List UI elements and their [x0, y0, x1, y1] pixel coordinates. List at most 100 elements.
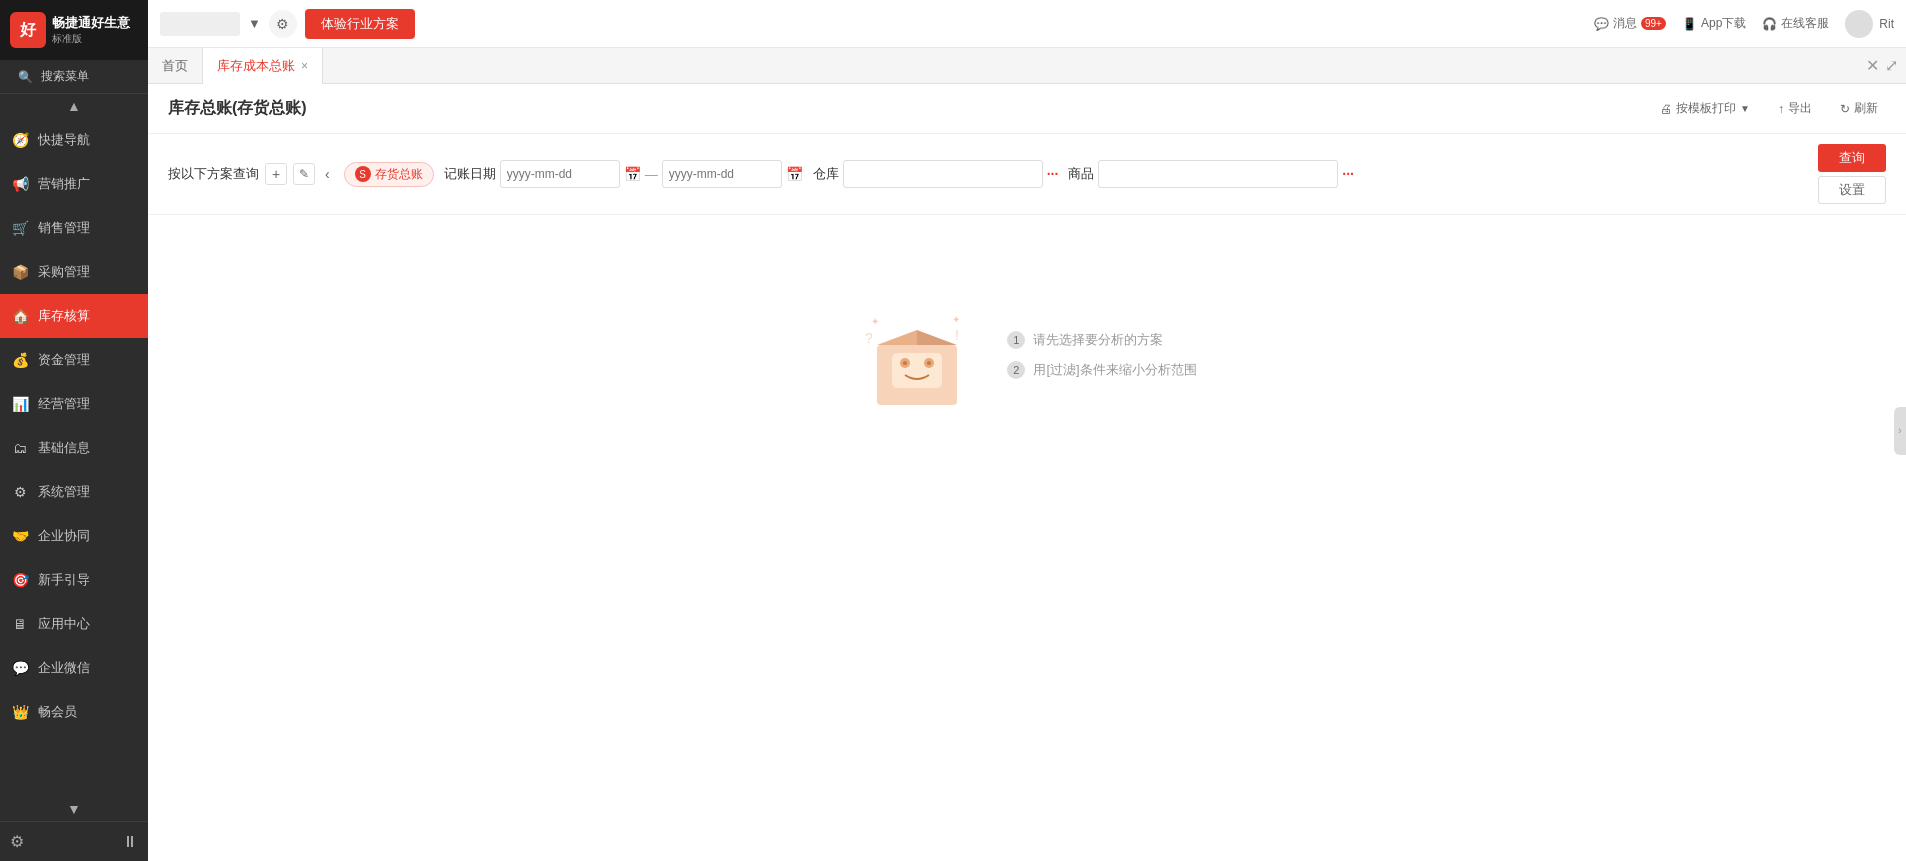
scroll-down-btn[interactable]: ▼: [0, 797, 148, 821]
scroll-up-btn[interactable]: ▲: [0, 94, 148, 118]
warehouse-more-btn[interactable]: ···: [1047, 166, 1059, 182]
basic-icon: 🗂: [10, 438, 30, 458]
search-menu[interactable]: 🔍 搜索菜单: [0, 60, 148, 94]
sales-icon: 🛒: [10, 218, 30, 238]
business-icon: 📊: [10, 394, 30, 414]
sidebar-item-business[interactable]: 📊 经营管理: [0, 382, 148, 426]
system-icon: ⚙: [10, 482, 30, 502]
hint-item-2: 2 用[过滤]条件来缩小分析范围: [1007, 361, 1196, 379]
sidebar-item-system[interactable]: ⚙ 系统管理: [0, 470, 148, 514]
top-bar-right: 💬 消息 99+ 📱 App下载 🎧 在线客服 Rit: [1594, 10, 1894, 38]
app-download-btn[interactable]: 📱 App下载: [1682, 15, 1746, 32]
sidebar-item-sales[interactable]: 🛒 销售管理: [0, 206, 148, 250]
scheme-add-btn[interactable]: +: [265, 163, 287, 185]
filter-fields: 记账日期 📅 — 📅 仓库 ··· 商品 ···: [444, 160, 1808, 188]
breadcrumb-dropdown-icon[interactable]: ▼: [248, 16, 261, 31]
tab-close-btn[interactable]: ×: [301, 59, 308, 73]
hint-num-1: 1: [1007, 331, 1025, 349]
calendar-to-icon[interactable]: 📅: [786, 166, 803, 182]
tab-close-all-icon[interactable]: ✕: [1866, 56, 1879, 75]
empty-hints: 1 请先选择要分析的方案 2 用[过滤]条件来缩小分析范围: [1007, 331, 1196, 379]
sidebar-item-vip[interactable]: 👑 畅会员: [0, 690, 148, 734]
quick-nav-icon: 🧭: [10, 130, 30, 150]
warehouse-field-group: 仓库 ···: [813, 160, 1059, 188]
top-bar-left: ▼ ⚙ 体验行业方案: [160, 9, 415, 39]
industry-btn[interactable]: 体验行业方案: [305, 9, 415, 39]
vip-icon: 👑: [10, 702, 30, 722]
settings-bottom-btn[interactable]: ⚙: [10, 832, 24, 851]
scheme-edit-btn[interactable]: ✎: [293, 163, 315, 185]
sidebar: 好 畅捷通好生意 标准版 🔍 搜索菜单 ▲ 🧭 快捷导航 📢 营销推广 🛒 销售…: [0, 0, 148, 861]
app-logo: 好 畅捷通好生意 标准版: [0, 0, 148, 60]
refresh-btn[interactable]: ↻ 刷新: [1832, 96, 1886, 121]
svg-point-6: [927, 361, 931, 365]
sidebar-item-inventory[interactable]: 🏠 库存核算: [0, 294, 148, 338]
product-input[interactable]: [1098, 160, 1338, 188]
logo-icon: 好: [10, 12, 46, 48]
sidebar-bottom: ⚙ ⏸: [0, 821, 148, 861]
warehouse-input[interactable]: [843, 160, 1043, 188]
scheme-collapse-btn[interactable]: ‹: [321, 166, 334, 182]
filter-scheme-bar: 按以下方案查询 + ✎ ‹: [168, 163, 334, 185]
sidebar-item-marketing[interactable]: 📢 营销推广: [0, 162, 148, 206]
svg-point-5: [903, 361, 907, 365]
filter-actions: 查询 设置: [1818, 144, 1886, 204]
sidebar-item-app-center[interactable]: 🖥 应用中心: [0, 602, 148, 646]
sidebar-item-basic[interactable]: 🗂 基础信息: [0, 426, 148, 470]
svg-rect-2: [892, 353, 942, 388]
sidebar-item-wechat[interactable]: 💬 企业微信: [0, 646, 148, 690]
app-center-icon: 🖥: [10, 614, 30, 634]
right-sidebar-toggle[interactable]: ›: [1894, 407, 1906, 455]
messages-badge: 99+: [1641, 17, 1666, 30]
user-area[interactable]: Rit: [1845, 10, 1894, 38]
page-header-actions: 🖨 按模板打印 ▼ ↑ 导出 ↻ 刷新: [1652, 96, 1886, 121]
hint-item-1: 1 请先选择要分析的方案: [1007, 331, 1196, 349]
sidebar-item-newbie[interactable]: 🎯 新手引导: [0, 558, 148, 602]
tab-expand-icon[interactable]: ⤢: [1885, 56, 1898, 75]
print-btn[interactable]: 🖨 按模板打印 ▼: [1652, 96, 1758, 121]
filter-label: 按以下方案查询: [168, 165, 259, 183]
svg-text:!: !: [955, 327, 959, 343]
inventory-icon: 🏠: [10, 306, 30, 326]
filter-settings-btn[interactable]: 设置: [1818, 176, 1886, 204]
empty-illustration: ? ! ✦ ✦: [857, 295, 977, 415]
marketing-icon: 📢: [10, 174, 30, 194]
wechat-icon: 💬: [10, 658, 30, 678]
scheme-item-stock[interactable]: S 存货总账: [344, 162, 434, 187]
page-content: 库存总账(存货总账) 🖨 按模板打印 ▼ ↑ 导出 ↻ 刷新: [148, 84, 1906, 861]
top-bar: ▼ ⚙ 体验行业方案 💬 消息 99+ 📱 App下载 🎧 在线客服 Rit: [148, 0, 1906, 48]
scheme-item-icon: S: [355, 166, 371, 182]
topbar-settings-btn[interactable]: ⚙: [269, 10, 297, 38]
sidebar-item-cooperation[interactable]: 🤝 企业协同: [0, 514, 148, 558]
query-btn[interactable]: 查询: [1818, 144, 1886, 172]
cooperation-icon: 🤝: [10, 526, 30, 546]
tab-inventory-ledger[interactable]: 库存成本总账 ×: [203, 48, 323, 84]
svg-text:✦: ✦: [871, 316, 879, 327]
calendar-from-icon[interactable]: 📅: [624, 166, 641, 182]
refresh-icon: ↻: [1840, 102, 1850, 116]
svg-text:?: ?: [865, 330, 873, 346]
empty-state: ? ! ✦ ✦ 1 请先选择要分析的方案 2 用[过滤]条件来缩小分析范围: [148, 215, 1906, 495]
tab-home[interactable]: 首页: [148, 48, 203, 84]
product-more-btn[interactable]: ···: [1342, 166, 1354, 182]
svg-text:✦: ✦: [952, 314, 960, 325]
date-to-input[interactable]: [662, 160, 782, 188]
date-field-label: 记账日期: [444, 165, 496, 183]
print-dropdown-icon[interactable]: ▼: [1740, 103, 1750, 114]
user-name: Rit: [1879, 17, 1894, 31]
filter-bar: 按以下方案查询 + ✎ ‹ S 存货总账 记账日期 📅 — 📅: [148, 134, 1906, 215]
export-btn[interactable]: ↑ 导出: [1770, 96, 1820, 121]
sidebar-item-quick-nav[interactable]: 🧭 快捷导航: [0, 118, 148, 162]
sidebar-item-finance[interactable]: 💰 资金管理: [0, 338, 148, 382]
sidebar-item-purchase[interactable]: 📦 采购管理: [0, 250, 148, 294]
messages-btn[interactable]: 💬 消息 99+: [1594, 15, 1666, 32]
audio-bottom-btn[interactable]: ⏸: [122, 833, 138, 851]
user-avatar: [1845, 10, 1873, 38]
breadcrumb-input[interactable]: [160, 12, 240, 36]
phone-icon: 📱: [1682, 17, 1697, 31]
headset-icon: 🎧: [1762, 17, 1777, 31]
online-service-btn[interactable]: 🎧 在线客服: [1762, 15, 1829, 32]
date-from-input[interactable]: [500, 160, 620, 188]
page-title: 库存总账(存货总账): [168, 98, 307, 119]
message-icon: 💬: [1594, 17, 1609, 31]
